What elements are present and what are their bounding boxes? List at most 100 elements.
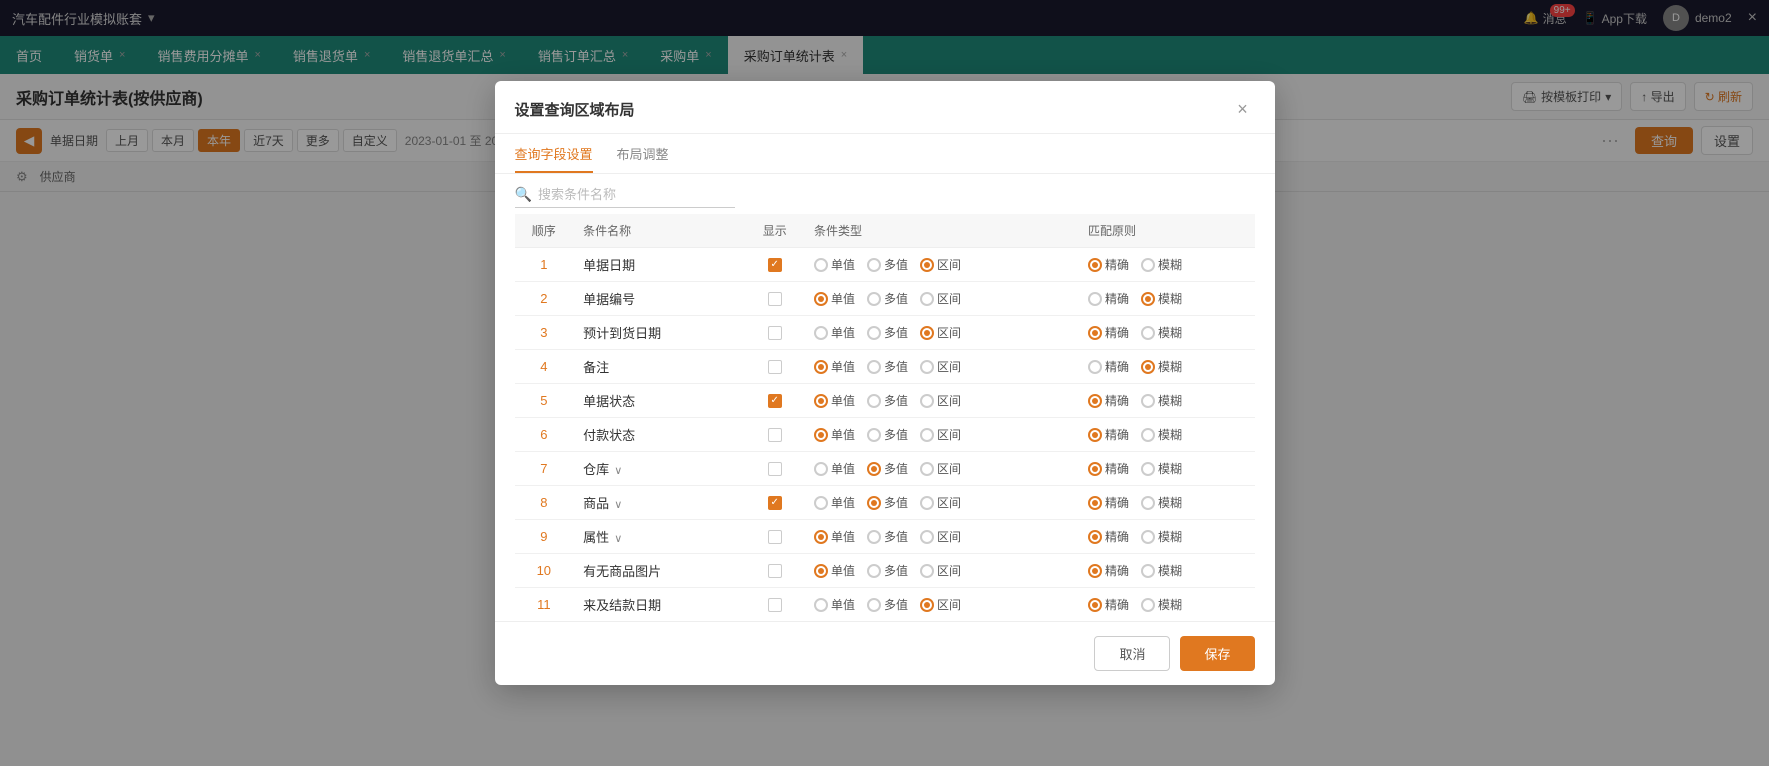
radio-type-单值[interactable] — [814, 462, 828, 476]
radio-type-单值[interactable] — [814, 360, 828, 374]
radio-type-单值[interactable] — [814, 258, 828, 272]
save-btn[interactable]: 保存 — [1180, 636, 1254, 671]
radio-match-模糊[interactable] — [1141, 564, 1155, 578]
cell-show — [745, 486, 804, 520]
radio-type-区间[interactable] — [920, 326, 934, 340]
radio-type-单值[interactable] — [814, 496, 828, 510]
radio-match-精确[interactable] — [1088, 598, 1102, 612]
radio-type-多值[interactable] — [867, 258, 881, 272]
cell-type: 单值多值区间 — [804, 282, 1078, 316]
radio-type-多值[interactable] — [867, 496, 881, 510]
table-row: 9属性 ∨单值多值区间精确模糊 — [515, 520, 1255, 554]
show-checkbox[interactable] — [768, 394, 782, 408]
show-checkbox[interactable] — [768, 326, 782, 340]
table-row: 7仓库 ∨单值多值区间精确模糊 — [515, 452, 1255, 486]
radio-type-多值[interactable] — [867, 428, 881, 442]
show-checkbox[interactable] — [768, 530, 782, 544]
radio-match-模糊[interactable] — [1141, 258, 1155, 272]
radio-type-单值[interactable] — [814, 598, 828, 612]
show-checkbox[interactable] — [768, 292, 782, 306]
modal-overlay: 设置查询区域布局 × 查询字段设置 布局调整 🔍 顺序 — [0, 0, 1769, 766]
table-header: 顺序 条件名称 显示 条件类型 匹配原则 — [515, 214, 1255, 248]
cell-name: 单据状态 — [573, 384, 745, 418]
col-name: 条件名称 — [573, 214, 745, 248]
radio-match-精确[interactable] — [1088, 394, 1102, 408]
expand-arrow-icon[interactable]: ∨ — [611, 533, 622, 545]
table-row: 1单据日期单值多值区间精确模糊 — [515, 248, 1255, 282]
radio-type-单值[interactable] — [814, 530, 828, 544]
col-order: 顺序 — [515, 214, 574, 248]
search-input[interactable] — [538, 187, 718, 202]
radio-match-精确[interactable] — [1088, 360, 1102, 374]
radio-match-模糊[interactable] — [1141, 360, 1155, 374]
radio-match-模糊[interactable] — [1141, 326, 1155, 340]
show-checkbox[interactable] — [768, 598, 782, 612]
radio-type-多值[interactable] — [867, 326, 881, 340]
radio-match-精确[interactable] — [1088, 326, 1102, 340]
radio-match-模糊[interactable] — [1141, 496, 1155, 510]
modal-title: 设置查询区域布局 — [515, 99, 635, 120]
radio-type-单值[interactable] — [814, 394, 828, 408]
radio-type-多值[interactable] — [867, 530, 881, 544]
radio-match-模糊[interactable] — [1141, 394, 1155, 408]
radio-type-多值[interactable] — [867, 360, 881, 374]
radio-type-区间[interactable] — [920, 496, 934, 510]
radio-match-模糊[interactable] — [1141, 462, 1155, 476]
radio-type-区间[interactable] — [920, 292, 934, 306]
radio-type-区间[interactable] — [920, 258, 934, 272]
radio-type-区间[interactable] — [920, 428, 934, 442]
expand-arrow-icon[interactable]: ∨ — [611, 499, 622, 511]
radio-match-精确[interactable] — [1088, 428, 1102, 442]
cell-type: 单值多值区间 — [804, 520, 1078, 554]
cell-show — [745, 350, 804, 384]
cell-match: 精确模糊 — [1078, 554, 1255, 588]
radio-type-区间[interactable] — [920, 564, 934, 578]
show-checkbox[interactable] — [768, 462, 782, 476]
radio-type-多值[interactable] — [867, 598, 881, 612]
radio-match-模糊[interactable] — [1141, 292, 1155, 306]
tab-field-settings[interactable]: 查询字段设置 — [515, 134, 593, 173]
radio-type-区间[interactable] — [920, 394, 934, 408]
radio-match-精确[interactable] — [1088, 496, 1102, 510]
cell-name: 商品 ∨ — [573, 486, 745, 520]
radio-match-模糊[interactable] — [1141, 428, 1155, 442]
radio-type-区间[interactable] — [920, 530, 934, 544]
show-checkbox[interactable] — [768, 258, 782, 272]
radio-type-区间[interactable] — [920, 360, 934, 374]
cell-order: 2 — [515, 282, 574, 316]
radio-type-多值[interactable] — [867, 292, 881, 306]
radio-type-区间[interactable] — [920, 598, 934, 612]
radio-match-精确[interactable] — [1088, 462, 1102, 476]
cell-name: 预计到货日期 — [573, 316, 745, 350]
show-checkbox[interactable] — [768, 428, 782, 442]
radio-match-精确[interactable] — [1088, 530, 1102, 544]
table-row: 3预计到货日期单值多值区间精确模糊 — [515, 316, 1255, 350]
radio-match-模糊[interactable] — [1141, 598, 1155, 612]
radio-type-多值[interactable] — [867, 564, 881, 578]
radio-type-单值[interactable] — [814, 326, 828, 340]
radio-type-单值[interactable] — [814, 564, 828, 578]
cell-show — [745, 282, 804, 316]
radio-match-精确[interactable] — [1088, 258, 1102, 272]
radio-match-模糊[interactable] — [1141, 530, 1155, 544]
show-checkbox[interactable] — [768, 496, 782, 510]
cell-match: 精确模糊 — [1078, 588, 1255, 622]
modal-close-btn[interactable]: × — [1231, 97, 1255, 121]
radio-type-单值[interactable] — [814, 428, 828, 442]
radio-type-多值[interactable] — [867, 462, 881, 476]
radio-type-单值[interactable] — [814, 292, 828, 306]
radio-type-多值[interactable] — [867, 394, 881, 408]
cell-name: 单据日期 — [573, 248, 745, 282]
tab-layout-adjust[interactable]: 布局调整 — [617, 134, 669, 173]
cell-show — [745, 452, 804, 486]
cancel-btn[interactable]: 取消 — [1094, 636, 1170, 671]
expand-arrow-icon[interactable]: ∨ — [611, 465, 622, 477]
modal-header: 设置查询区域布局 × — [495, 81, 1275, 134]
cell-name: 备注 — [573, 350, 745, 384]
cell-type: 单值多值区间 — [804, 486, 1078, 520]
show-checkbox[interactable] — [768, 564, 782, 578]
radio-match-精确[interactable] — [1088, 292, 1102, 306]
show-checkbox[interactable] — [768, 360, 782, 374]
radio-type-区间[interactable] — [920, 462, 934, 476]
radio-match-精确[interactable] — [1088, 564, 1102, 578]
